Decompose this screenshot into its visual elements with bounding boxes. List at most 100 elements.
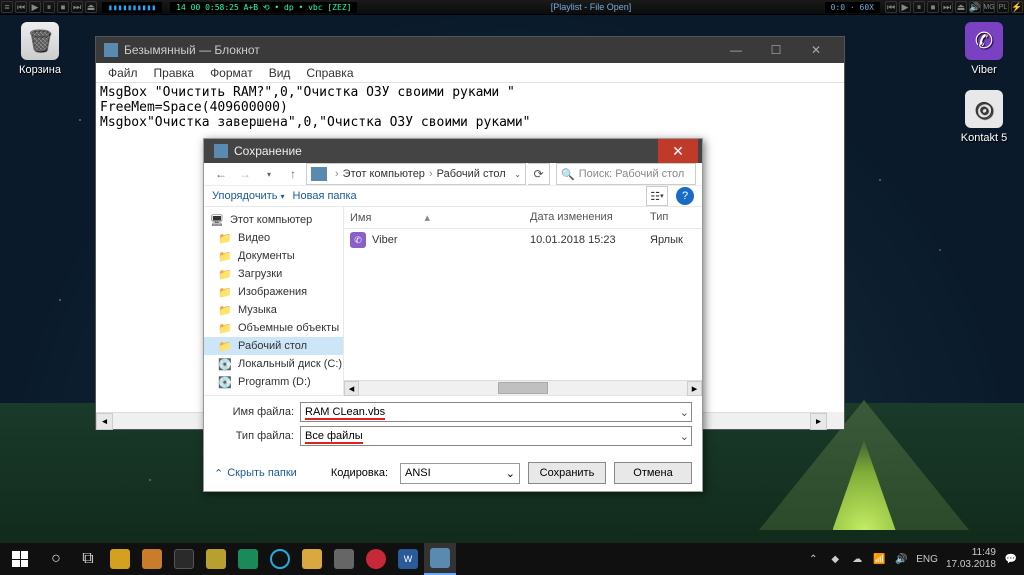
tray-lang[interactable]: ENG	[916, 554, 938, 565]
tree-downloads[interactable]: 📁Загрузки	[204, 265, 343, 283]
scroll-right-icon[interactable]: ▸	[810, 413, 827, 430]
tree-desktop[interactable]: 📁Рабочий стол	[204, 337, 343, 355]
tray-notifications-icon[interactable]: 💬	[1004, 552, 1018, 566]
tb-taskview-icon[interactable]: ⧉	[72, 543, 104, 575]
tree-programm-d[interactable]: 💽Programm (D:)	[204, 373, 343, 391]
tb-search-icon[interactable]: ○	[40, 543, 72, 575]
organize-button[interactable]: Упорядочить ▾	[212, 190, 285, 202]
wa-vol-icon[interactable]: 🔊	[969, 1, 981, 13]
menu-file[interactable]: Файл	[100, 64, 146, 82]
nav-forward-button[interactable]: →	[234, 163, 256, 185]
wa-r-stop-icon[interactable]: ⏹	[927, 1, 939, 13]
wa-r-eject-icon[interactable]: ⏏	[955, 1, 967, 13]
encoding-select[interactable]: ANSI ⌄	[400, 463, 520, 484]
wa-play-icon[interactable]: ▶	[29, 1, 41, 13]
tree-local-c[interactable]: 💽Локальный диск (C:)	[204, 355, 343, 373]
filename-input[interactable]: RAM CLean.vbs ⌄	[300, 402, 692, 422]
wa-pl-icon[interactable]: PL	[997, 1, 1009, 13]
menu-edit[interactable]: Правка	[146, 64, 203, 82]
viber-desktop-icon[interactable]: ✆ Viber	[952, 22, 1016, 76]
viber-file-icon: ✆	[350, 232, 366, 248]
chevron-down-icon[interactable]: ⌄	[506, 467, 515, 480]
col-date[interactable]: Дата изменения	[524, 207, 644, 228]
wa-r-pause-icon[interactable]: ⏸	[913, 1, 925, 13]
wa-r-next-icon[interactable]: ⏭	[941, 1, 953, 13]
tb-app-2[interactable]	[136, 543, 168, 575]
wa-display: ▮▮▮▮▮▮▮▮▮▮	[102, 2, 162, 13]
recycle-bin-icon[interactable]: 🗑 Корзина	[8, 22, 72, 76]
col-name[interactable]: Имя ▴	[344, 207, 524, 228]
menu-format[interactable]: Формат	[202, 64, 261, 82]
scroll-thumb[interactable]	[498, 382, 548, 394]
filename-label: Имя файла:	[214, 406, 294, 418]
tb-opera-icon[interactable]	[360, 543, 392, 575]
wa-menu-icon[interactable]: ≡	[1, 1, 13, 13]
tb-explorer-icon[interactable]	[296, 543, 328, 575]
search-input[interactable]: 🔍 Поиск: Рабочий стол	[556, 163, 696, 185]
tb-cortana-icon[interactable]	[264, 543, 296, 575]
maximize-button[interactable]: ☐	[756, 37, 796, 63]
wa-mg-icon[interactable]: MG	[983, 1, 995, 13]
tb-app-5[interactable]	[232, 543, 264, 575]
save-button[interactable]: Сохранить	[528, 462, 606, 484]
tray-cloud-icon[interactable]: ☁	[850, 552, 864, 566]
crumb-leaf[interactable]: Рабочий стол	[437, 168, 506, 180]
file-hscroll[interactable]: ◂ ▸	[344, 380, 702, 395]
wa-r-prev-icon[interactable]: ⏮	[885, 1, 897, 13]
close-button[interactable]: ✕	[796, 37, 836, 63]
tray-wifi-icon[interactable]: 📶	[872, 552, 886, 566]
crumb-dd-icon[interactable]: ⌄	[514, 170, 521, 179]
new-folder-button[interactable]: Новая папка	[293, 190, 357, 202]
nav-up-button[interactable]: ↑	[282, 163, 304, 185]
tree-video[interactable]: 📁Видео	[204, 229, 343, 247]
tree-documents[interactable]: 📁Документы	[204, 247, 343, 265]
wa-stop-icon[interactable]: ⏹	[57, 1, 69, 13]
tree-objects[interactable]: 📁Объемные объекты	[204, 319, 343, 337]
filetype-select[interactable]: Все файлы ⌄	[300, 426, 692, 446]
view-mode-button[interactable]: ☷ ▾	[646, 186, 668, 206]
help-button[interactable]: ?	[676, 187, 694, 205]
menu-view[interactable]: Вид	[261, 64, 299, 82]
tb-app-3[interactable]	[168, 543, 200, 575]
scroll-right-icon[interactable]: ▸	[687, 381, 702, 396]
menu-help[interactable]: Справка	[298, 64, 361, 82]
tray-chevron-up-icon[interactable]: ⌃	[806, 552, 820, 566]
minimize-button[interactable]: —	[716, 37, 756, 63]
file-row-viber[interactable]: ✆ Viber 10.01.2018 15:23 Ярлык	[344, 229, 702, 251]
wa-r-play-icon[interactable]: ▶	[899, 1, 911, 13]
tray-clock[interactable]: 11:49 17.03.2018	[946, 547, 996, 571]
chevron-down-icon[interactable]: ⌄	[680, 430, 689, 443]
tb-app-4[interactable]	[200, 543, 232, 575]
cancel-button[interactable]: Отмена	[614, 462, 692, 484]
tb-word-icon[interactable]: W	[392, 543, 424, 575]
wa-pause-icon[interactable]: ⏸	[43, 1, 55, 13]
dialog-close-button[interactable]: ✕	[658, 139, 698, 163]
refresh-button[interactable]: ⟳	[528, 163, 550, 185]
tray-volume-icon[interactable]: 🔊	[894, 552, 908, 566]
breadcrumb[interactable]: › Этот компьютер › Рабочий стол ⌄	[306, 163, 526, 185]
tb-app-1[interactable]	[104, 543, 136, 575]
scroll-left-icon[interactable]: ◂	[96, 413, 113, 430]
tree-this-pc[interactable]: 🖥Этот компьютер	[204, 211, 343, 229]
start-button[interactable]	[0, 543, 40, 575]
kontakt-desktop-icon[interactable]: ◎ Kontakt 5	[952, 90, 1016, 144]
col-type[interactable]: Тип	[644, 207, 702, 228]
crumb-root[interactable]: Этот компьютер	[343, 168, 425, 180]
tb-app-6[interactable]	[328, 543, 360, 575]
chevron-down-icon[interactable]: ⌄	[680, 406, 689, 419]
wa-prev-icon[interactable]: ⏮	[15, 1, 27, 13]
notepad-titlebar[interactable]: Безымянный — Блокнот — ☐ ✕	[96, 37, 844, 63]
tree-images[interactable]: 📁Изображения	[204, 283, 343, 301]
wa-lightning-icon[interactable]: ⚡	[1011, 1, 1023, 13]
tb-notepad-icon[interactable]	[424, 543, 456, 575]
scroll-left-icon[interactable]: ◂	[344, 381, 359, 396]
wa-next-icon[interactable]: ⏭	[71, 1, 83, 13]
encoding-value: ANSI	[405, 467, 431, 479]
tray-app-icon[interactable]: ◆	[828, 552, 842, 566]
dialog-titlebar[interactable]: Сохранение ✕	[204, 139, 702, 163]
nav-history-button[interactable]: ▾	[258, 163, 280, 185]
tree-music[interactable]: 📁Музыка	[204, 301, 343, 319]
nav-back-button[interactable]: ←	[210, 163, 232, 185]
wa-eject-icon[interactable]: ⏏	[85, 1, 97, 13]
hide-folders-button[interactable]: ⌃ Скрыть папки	[214, 467, 297, 480]
